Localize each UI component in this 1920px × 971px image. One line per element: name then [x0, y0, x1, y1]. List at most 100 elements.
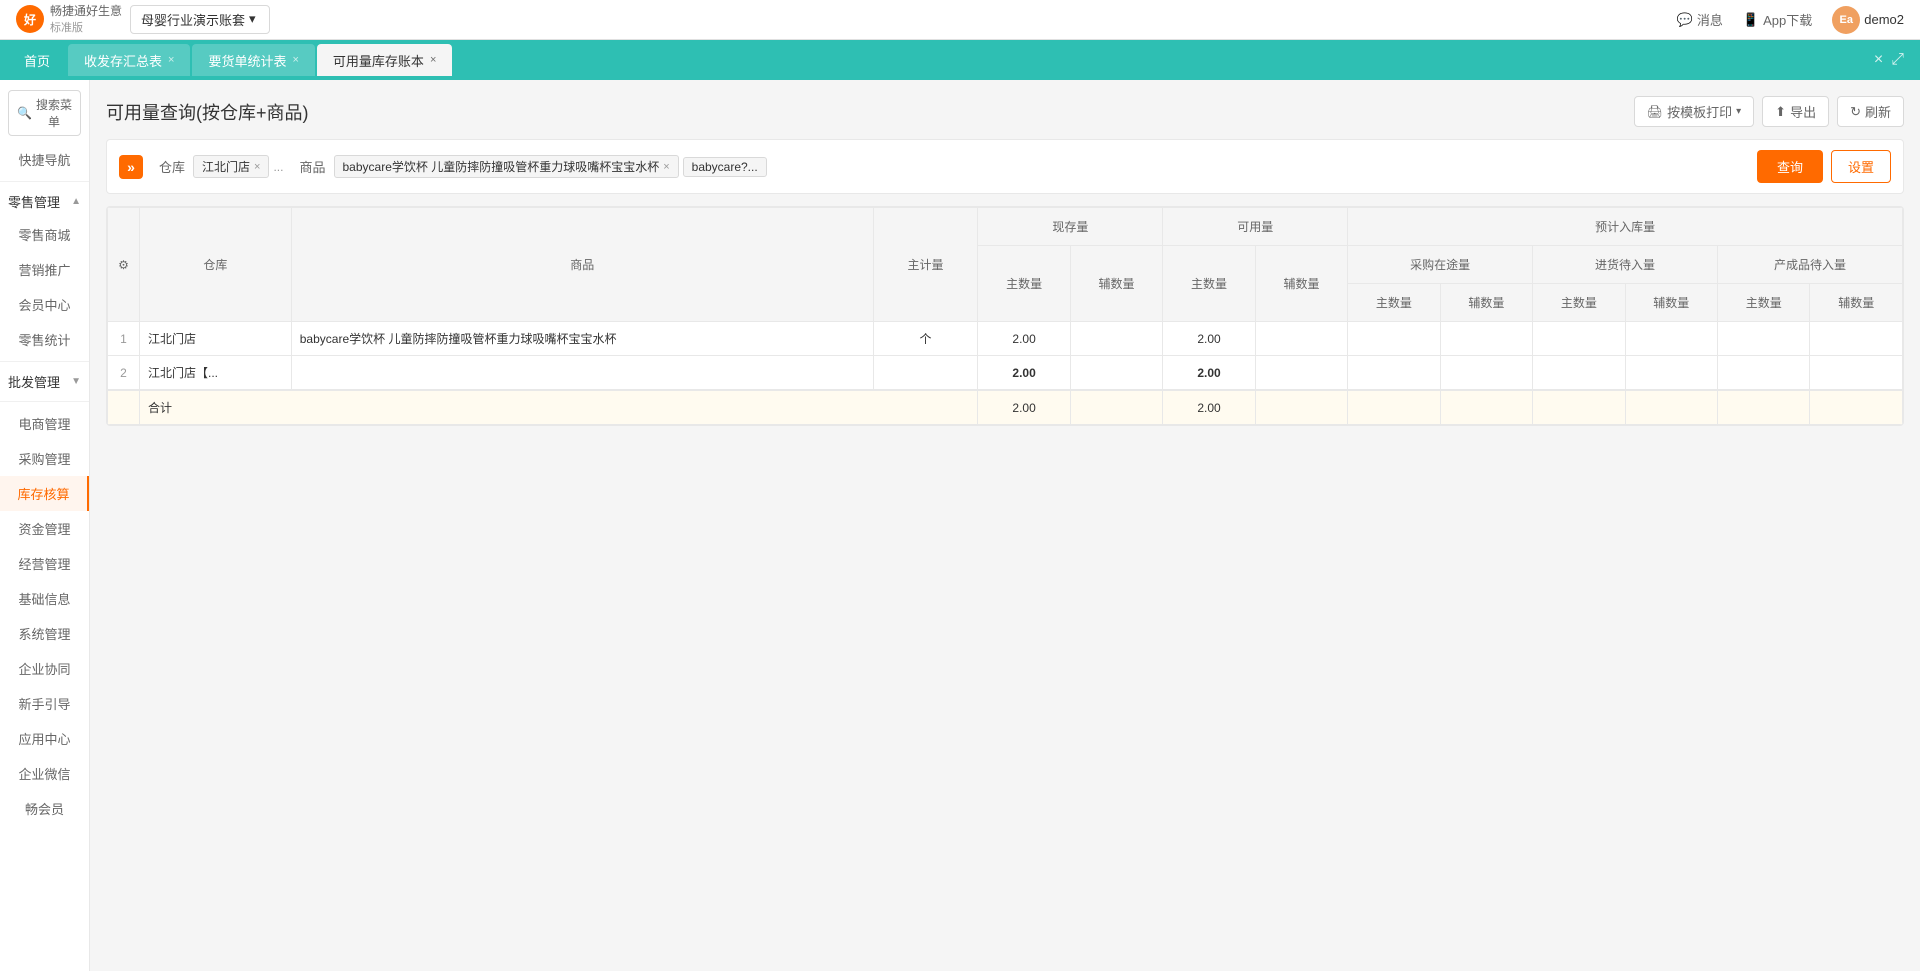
sidebar-item-basic[interactable]: 基础信息: [0, 581, 89, 616]
warehouse-tag-1[interactable]: 江北门店 ×: [193, 155, 269, 178]
sidebar-item-vip[interactable]: 畅会员: [0, 791, 89, 826]
table-scroll[interactable]: ⚙ 仓库 商品 主计量 现存量 可用量 预计入库量 主数量: [107, 207, 1903, 425]
tab-inventory-close[interactable]: ×: [430, 54, 436, 66]
row-2-avail-main: 2.00: [1163, 356, 1255, 391]
summary-stock-main: 2.00: [978, 390, 1070, 425]
sidebar-item-basic-label: 基础信息: [18, 592, 70, 607]
th-purchase-aux: 辅数量: [1440, 284, 1532, 322]
th-avail-main: 主数量: [1163, 246, 1255, 322]
sidebar-item-retail-shop[interactable]: 零售商城: [0, 217, 89, 252]
search-menu-button[interactable]: 🔍 搜索菜单: [8, 90, 81, 136]
warehouse-filter-group: 仓库 江北门店 × ...: [159, 155, 283, 178]
row-1-goods-aux: [1625, 322, 1717, 356]
product-filter-group: 商品 babycare学饮杯 儿童防摔防撞吸管杯重力球吸嘴杯宝宝水杯 × bab…: [299, 155, 766, 178]
summary-finished-main: [1718, 390, 1810, 425]
sidebar-item-purchase[interactable]: 采购管理: [0, 441, 89, 476]
sidebar-item-operation-label: 经营管理: [18, 557, 70, 572]
page-title: 可用量查询(按仓库+商品): [106, 99, 309, 125]
tab-receipts[interactable]: 收发存汇总表 ×: [68, 44, 190, 76]
sidebar-item-appcenter[interactable]: 应用中心: [0, 721, 89, 756]
product-tag-2[interactable]: babycare?...: [683, 157, 767, 177]
sidebar-item-inventory[interactable]: 库存核算: [0, 476, 89, 511]
filter-expand-button[interactable]: »: [119, 155, 143, 179]
tab-home[interactable]: 首页: [8, 44, 66, 76]
row-2-unit: [873, 356, 978, 391]
close-all-tabs-button[interactable]: ×: [1874, 51, 1883, 69]
row-1-stock-main: 2.00: [978, 322, 1070, 356]
sidebar-item-ecommerce[interactable]: 电商管理: [0, 406, 89, 441]
sidebar-item-finance-label: 资金管理: [18, 522, 70, 537]
content-area: 可用量查询(按仓库+商品) 🖨 按模板打印 ▾ ⬆ 导出 ↻ 刷新: [90, 80, 1920, 971]
refresh-button[interactable]: ↻ 刷新: [1837, 96, 1904, 127]
sidebar-item-operation[interactable]: 经营管理: [0, 546, 89, 581]
sidebar-item-retail-stats[interactable]: 零售统计: [0, 322, 89, 357]
summary-avail-main: 2.00: [1163, 390, 1255, 425]
product-tag-1-remove[interactable]: ×: [663, 161, 669, 173]
summary-row: 合计 2.00 2.00: [108, 390, 1903, 425]
settings-icon[interactable]: ⚙: [118, 258, 129, 272]
settings-button[interactable]: 设置: [1831, 150, 1891, 183]
summary-finished-aux: [1810, 390, 1903, 425]
tab-orders[interactable]: 要货单统计表 ×: [192, 44, 314, 76]
sidebar-item-newguide-label: 新手引导: [18, 697, 70, 712]
row-1-unit: 个: [873, 322, 978, 356]
sidebar-section-retail[interactable]: 零售管理 ▲: [0, 186, 89, 217]
product-tag-1[interactable]: babycare学饮杯 儿童防摔防撞吸管杯重力球吸嘴杯宝宝水杯 ×: [334, 155, 679, 178]
app-download-label: App下载: [1763, 10, 1812, 29]
row-2-finished-main: [1718, 356, 1810, 391]
warehouse-tag-1-text: 江北门店: [202, 158, 250, 175]
summary-purchase-aux: [1440, 390, 1532, 425]
search-icon: 🔍: [17, 106, 32, 120]
message-button[interactable]: 💬 消息: [1677, 10, 1723, 29]
row-1-purchase-aux: [1440, 322, 1532, 356]
warehouse-tag-1-remove[interactable]: ×: [254, 161, 260, 173]
sidebar-item-enterprise[interactable]: 企业协同: [0, 651, 89, 686]
app-download-button[interactable]: 📱 App下载: [1743, 10, 1812, 29]
summary-label: 合计: [140, 390, 978, 425]
sidebar-item-retail-stats-label: 零售统计: [18, 333, 70, 348]
tab-actions: × ⤢: [1874, 51, 1912, 69]
sidebar-item-system[interactable]: 系统管理: [0, 616, 89, 651]
th-current-stock: 现存量: [978, 208, 1163, 246]
row-1-avail-aux: [1255, 322, 1347, 356]
tab-inventory[interactable]: 可用量库存账本 ×: [317, 44, 452, 76]
sidebar-item-wecom[interactable]: 企业微信: [0, 756, 89, 791]
row-1-no: 1: [108, 322, 140, 356]
query-button[interactable]: 查询: [1757, 150, 1823, 183]
sidebar-item-marketing[interactable]: 营销推广: [0, 252, 89, 287]
tab-receipts-close[interactable]: ×: [168, 54, 174, 66]
th-stock-main: 主数量: [978, 246, 1070, 322]
tab-orders-close[interactable]: ×: [292, 54, 298, 66]
logo-subtext: 标准版: [50, 19, 122, 35]
row-2-finished-aux: [1810, 356, 1903, 391]
row-2-goods-main: [1533, 356, 1625, 391]
sidebar-section-wholesale[interactable]: 批发管理 ▼: [0, 366, 89, 397]
expand-button[interactable]: ⤢: [1891, 51, 1904, 69]
th-finished-pending: 产成品待入量: [1718, 246, 1903, 284]
export-button[interactable]: ⬆ 导出: [1762, 96, 1829, 127]
user-area[interactable]: Ea demo2: [1832, 6, 1904, 34]
export-label: 导出: [1790, 102, 1816, 121]
sidebar-item-enterprise-label: 企业协同: [18, 662, 70, 677]
sidebar-item-member[interactable]: 会员中心: [0, 287, 89, 322]
sidebar-item-finance[interactable]: 资金管理: [0, 511, 89, 546]
row-2-product: [291, 356, 873, 391]
row-2-goods-aux: [1625, 356, 1717, 391]
product-filter-tags: babycare学饮杯 儿童防摔防撞吸管杯重力球吸嘴杯宝宝水杯 × babyca…: [334, 155, 767, 178]
sidebar-wholesale-label: 批发管理: [8, 372, 60, 391]
sidebar-item-wecom-label: 企业微信: [18, 767, 70, 782]
industry-label: 母婴行业演示账套: [141, 10, 245, 29]
message-icon: 💬: [1677, 12, 1693, 28]
warehouse-filter-more[interactable]: ...: [273, 160, 283, 174]
row-2-warehouse: 江北门店【...: [140, 356, 292, 391]
summary-stock-aux: [1070, 390, 1162, 425]
top-bar-left: 好 畅捷通好生意 标准版 母婴行业演示账套 ▾: [16, 4, 270, 34]
th-settings: ⚙: [108, 208, 140, 322]
summary-empty-1: [108, 390, 140, 425]
tab-inventory-label: 可用量库存账本: [333, 51, 424, 70]
sidebar-item-quicknav[interactable]: 快捷导航: [0, 142, 89, 177]
sidebar-item-newguide[interactable]: 新手引导: [0, 686, 89, 721]
filter-bar: » 仓库 江北门店 × ... 商品 babycare: [106, 139, 1904, 194]
print-button[interactable]: 🖨 按模板打印 ▾: [1634, 96, 1755, 127]
industry-selector[interactable]: 母婴行业演示账套 ▾: [130, 5, 270, 34]
